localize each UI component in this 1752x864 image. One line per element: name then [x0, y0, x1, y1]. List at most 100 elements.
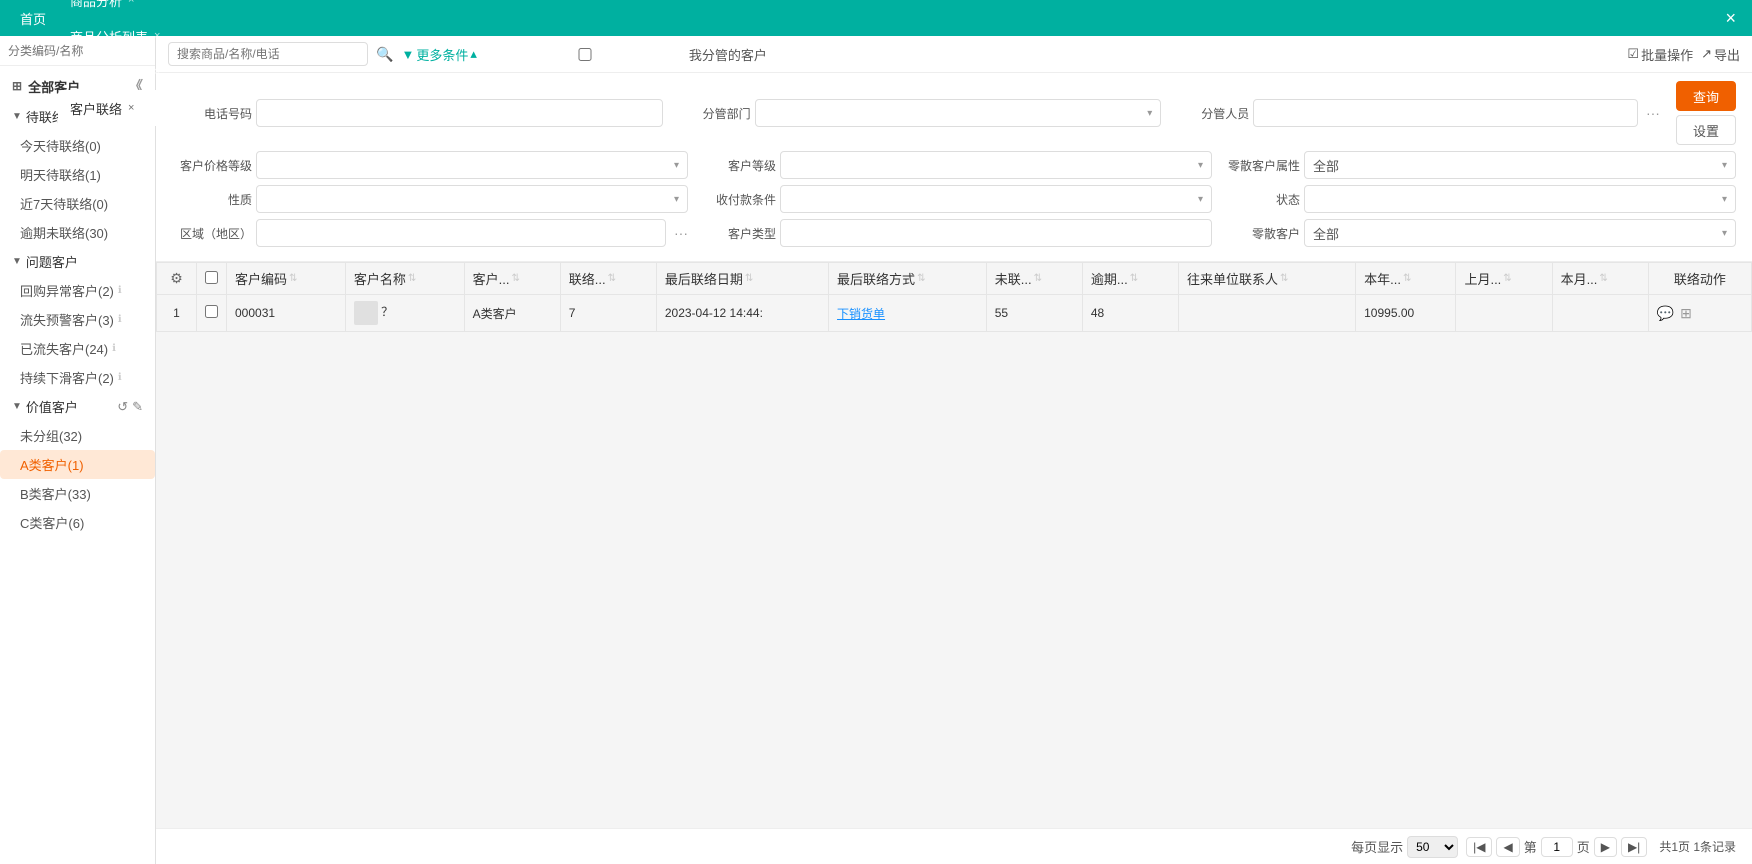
- th-uncontact-sort[interactable]: ⇅: [1034, 273, 1042, 284]
- customer-type-select[interactable]: [780, 219, 1212, 247]
- th-uncontact-label: 未联...: [995, 269, 1032, 288]
- info-icon: ℹ: [118, 314, 122, 325]
- th-this-year: 本年... ⇅: [1356, 263, 1456, 295]
- cell-code: 000031: [227, 295, 346, 332]
- tab-close-btn[interactable]: ×: [128, 0, 134, 6]
- my-customers-checkbox-label: 我分管的客户: [485, 45, 767, 64]
- export-btn[interactable]: ↗ 导出: [1701, 45, 1740, 64]
- nav-home[interactable]: 首页: [8, 9, 58, 28]
- th-overdue-sort[interactable]: ⇅: [1130, 273, 1138, 284]
- th-contact-count: 联络... ⇅: [560, 263, 656, 295]
- gear-btn[interactable]: ⚙: [170, 270, 183, 287]
- sidebar-group-2[interactable]: ▼价值客户↺✎: [0, 392, 155, 421]
- scatter-select[interactable]: 全部 ▾: [1304, 219, 1736, 247]
- sidebar-item-0-3[interactable]: 逾期未联络(30): [0, 218, 155, 247]
- row-checkbox[interactable]: [205, 305, 218, 318]
- page-size-select[interactable]: 50 100 200: [1407, 836, 1458, 858]
- sidebar-item-2-1[interactable]: A类客户(1): [0, 450, 155, 479]
- sidebar-item-1-1[interactable]: 流失预警客户(3) ℹ: [0, 305, 155, 334]
- dept-select[interactable]: ▾: [755, 99, 1162, 127]
- scatter-label: 零散客户: [1220, 225, 1300, 242]
- nav-tab-客户分层经营[interactable]: 客户分层经营×: [58, 54, 172, 90]
- chat-icon[interactable]: 💬: [1657, 305, 1674, 322]
- cell-checkbox: [197, 295, 227, 332]
- th-overdue-label: 逾期...: [1091, 269, 1128, 288]
- nature-select[interactable]: ▾: [256, 185, 688, 213]
- scatter-attr-select[interactable]: 全部 ▾: [1304, 151, 1736, 179]
- table-footer: 每页显示 50 100 200 |◀ ◀ 第 页 ▶ ▶| 共1页 1条记录: [156, 828, 1752, 864]
- cell-overdue-days: 48: [1082, 295, 1178, 332]
- first-page-btn[interactable]: |◀: [1466, 837, 1492, 857]
- th-this-month-sort[interactable]: ⇅: [1599, 273, 1607, 284]
- th-this-year-sort[interactable]: ⇅: [1403, 273, 1411, 284]
- phone-input[interactable]: [256, 99, 663, 127]
- last-page-btn[interactable]: ▶|: [1621, 837, 1647, 857]
- prev-page-btn[interactable]: ◀: [1496, 837, 1519, 857]
- th-last-month-sort[interactable]: ⇅: [1503, 273, 1511, 284]
- sidebar-item-0-1[interactable]: 明天待联络(1): [0, 160, 155, 189]
- batch-op-btn[interactable]: ☑ 批量操作: [1627, 45, 1693, 64]
- scatter-value: 全部: [1313, 224, 1339, 243]
- th-last-date-sort[interactable]: ⇅: [745, 273, 753, 284]
- last-contact-method-link[interactable]: 下销货单: [837, 307, 885, 321]
- th-last-method-sort[interactable]: ⇅: [917, 273, 925, 284]
- sidebar-item-0-0[interactable]: 今天待联络(0): [0, 131, 155, 160]
- sidebar-item-2-2[interactable]: B类客户(33): [0, 479, 155, 508]
- nav-tab-商品分析[interactable]: 商品分析×: [58, 0, 172, 18]
- person-dots[interactable]: ···: [1646, 105, 1660, 121]
- tab-close-btn[interactable]: ×: [128, 102, 134, 114]
- tab-close-btn[interactable]: ×: [154, 30, 160, 42]
- area-input[interactable]: [256, 219, 666, 247]
- th-name-sort[interactable]: ⇅: [408, 273, 416, 284]
- next-page-btn[interactable]: ▶: [1594, 837, 1617, 857]
- sidebar-item-2-0[interactable]: 未分组(32): [0, 421, 155, 450]
- area-dots[interactable]: ···: [674, 225, 688, 241]
- status-select[interactable]: ▾: [1304, 185, 1736, 213]
- cell-uncontact-days: 55: [986, 295, 1082, 332]
- sidebar-item-label: 流失预警客户(3): [20, 310, 114, 329]
- nature-chev: ▾: [674, 194, 679, 205]
- sidebar-item-0-2[interactable]: 近7天待联络(0): [0, 189, 155, 218]
- sidebar-item-1-2[interactable]: 已流失客户(24)ℹ: [0, 334, 155, 363]
- sidebar-group-1[interactable]: ▼问题客户: [0, 247, 155, 276]
- sidebar-item-1-0[interactable]: 回购异常客户(2)ℹ: [0, 276, 155, 305]
- setting-btn[interactable]: 设置: [1676, 115, 1736, 145]
- sidebar-body: ⊞ 全部客户 《 ▼待联络客户今天待联络(0)明天待联络(1)近7天待联络(0)…: [0, 66, 155, 864]
- th-customer-level-sort[interactable]: ⇅: [511, 273, 519, 284]
- filter-col-scatter: 零散客户 全部 ▾: [1220, 219, 1736, 247]
- filter-search-icon[interactable]: 🔍: [376, 46, 393, 63]
- my-customers-checkbox[interactable]: [485, 48, 685, 61]
- scatter-attr-label: 零散客户属性: [1220, 157, 1300, 174]
- select-all-checkbox[interactable]: [205, 271, 218, 284]
- customer-level-select[interactable]: ▾: [780, 151, 1212, 179]
- batch-op-icon: ☑: [1627, 46, 1639, 62]
- my-customers-label: 我分管的客户: [689, 45, 767, 64]
- close-all-icon[interactable]: ×: [1717, 8, 1744, 29]
- th-last-date-label: 最后联络日期: [665, 269, 743, 288]
- th-contact-person-sort[interactable]: ⇅: [1280, 273, 1288, 284]
- filter-search-input[interactable]: [168, 42, 368, 66]
- qr-icon[interactable]: ⊞: [1680, 305, 1692, 322]
- th-gear[interactable]: ⚙: [157, 263, 197, 295]
- edit-icon[interactable]: ✎: [132, 399, 143, 415]
- price-level-select[interactable]: ▾: [256, 151, 688, 179]
- th-contact-count-sort[interactable]: ⇅: [608, 273, 616, 284]
- more-conditions-btn[interactable]: ▼ 更多条件 ▴: [401, 45, 476, 64]
- customer-table: ⚙ 客户编码 ⇅ 客户名称: [156, 262, 1752, 332]
- cell-last-contact-date: 2023-04-12 14:44:: [656, 295, 828, 332]
- person-input[interactable]: [1253, 99, 1638, 127]
- group-arrow-icon: ▼: [12, 111, 22, 122]
- filter-row-1: 电话号码 分管部门 ▾ 分管人员 ··· 查询 设置: [172, 81, 1736, 145]
- payment-select[interactable]: ▾: [780, 185, 1212, 213]
- nav-tab-客户联络[interactable]: 客户联络×: [58, 90, 172, 126]
- nav-tab-商品分析列表[interactable]: 商品分析列表×: [58, 18, 172, 54]
- query-btn[interactable]: 查询: [1676, 81, 1736, 111]
- th-code-sort[interactable]: ⇅: [289, 273, 297, 284]
- page-number-input[interactable]: [1541, 837, 1573, 857]
- sidebar-item-1-3[interactable]: 持续下滑客户(2)ℹ: [0, 363, 155, 392]
- tab-close-btn[interactable]: ×: [154, 66, 160, 78]
- filter-col-scatter-attr: 零散客户属性 全部 ▾: [1220, 151, 1736, 179]
- footer-pagination: |◀ ◀ 第 页 ▶ ▶| 共1页 1条记录: [1466, 837, 1736, 857]
- refresh-icon[interactable]: ↺: [117, 399, 128, 415]
- sidebar-item-2-3[interactable]: C类客户(6): [0, 508, 155, 537]
